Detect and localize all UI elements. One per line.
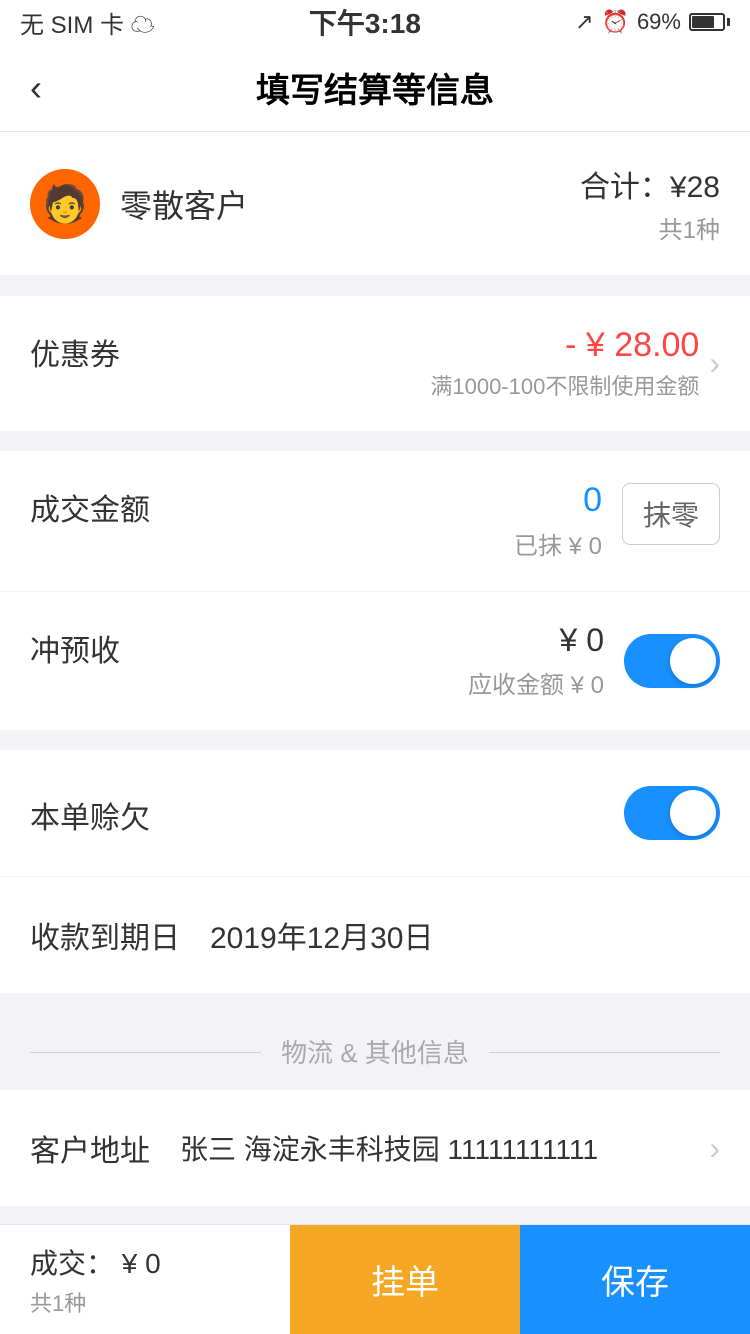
battery-percent: 69%: [637, 9, 681, 35]
status-time: 下午3:18: [309, 2, 421, 42]
address-chevron-icon: ›: [709, 1130, 720, 1167]
coupon-right: - ¥ 28.00 满1000-100不限制使用金额 ›: [430, 326, 720, 401]
prepay-amount-area: ¥ 0 应收金额 ¥ 0: [468, 622, 604, 700]
coupon-label: 优惠券: [30, 326, 120, 374]
coupon-row[interactable]: 优惠券 - ¥ 28.00 满1000-100不限制使用金额 ›: [0, 296, 750, 431]
customer-section: 🧑 零散客户 合计：¥28 共1种: [0, 132, 750, 276]
debit-label: 本单赊欠: [30, 789, 150, 837]
location-icon: ↗: [575, 9, 593, 35]
due-value: 2019年12月30日: [210, 913, 433, 957]
content: 🧑 零散客户 合计：¥28 共1种 优惠券 - ¥ 28.00 满1000-10…: [0, 132, 750, 1326]
section-divider: 物流 & 其他信息: [0, 1013, 750, 1090]
deal-amount-area: 0 已抹 ¥ 0: [514, 481, 602, 561]
divider-text: 物流 & 其他信息: [261, 1038, 489, 1068]
deal-section: 成交金额 0 已抹 ¥ 0 抹零 冲预收 ¥ 0 应收金额 ¥ 0: [0, 451, 750, 730]
footer-count: 共1种: [30, 1286, 260, 1318]
debit-toggle[interactable]: [624, 786, 720, 840]
customer-name: 零散客户: [120, 181, 248, 227]
save-button[interactable]: 保存: [520, 1225, 750, 1334]
status-right: ↗ ⏰ 69%: [575, 9, 730, 35]
address-section: 客户地址 张三 海淀永丰科技园 11111111111 ›: [0, 1090, 750, 1206]
page-title: 填写结算等信息: [256, 63, 494, 112]
total-label: 合计：¥28: [580, 162, 720, 206]
avatar-icon: 🧑: [43, 183, 88, 225]
prepay-label: 冲预收: [30, 622, 120, 670]
chevron-right-icon: ›: [709, 345, 720, 382]
battery-icon: [689, 13, 730, 31]
status-bar: 无 SIM 卡 ☁ 下午3:18 ↗ ⏰ 69%: [0, 0, 750, 44]
coupon-desc: 满1000-100不限制使用金额: [430, 369, 699, 401]
avatar: 🧑: [30, 169, 100, 239]
footer: 成交： ¥ 0 共1种 挂单 保存: [0, 1224, 750, 1334]
coupon-amount: - ¥ 28.00 满1000-100不限制使用金额: [430, 326, 699, 401]
prepay-sub: 应收金额 ¥ 0: [468, 665, 604, 700]
prepay-value: ¥ 0: [468, 622, 604, 659]
back-button[interactable]: ‹: [30, 67, 90, 109]
nav-bar: ‹ 填写结算等信息: [0, 44, 750, 132]
debit-section: 本单赊欠 收款到期日 2019年12月30日: [0, 750, 750, 993]
status-left: 无 SIM 卡 ☁: [20, 5, 155, 40]
toggle-knob: [670, 638, 716, 684]
footer-deal-label: 成交：: [30, 1248, 114, 1279]
total-count: 共1种: [580, 210, 720, 245]
footer-info: 成交： ¥ 0 共1种: [0, 1242, 290, 1318]
deal-row: 成交金额 0 已抹 ¥ 0 抹零: [0, 451, 750, 591]
debit-row: 本单赊欠: [0, 750, 750, 876]
due-row: 收款到期日 2019年12月30日: [0, 876, 750, 993]
coupon-value: - ¥ 28.00: [430, 326, 699, 365]
alarm-icon: ⏰: [602, 9, 629, 35]
deal-label: 成交金额: [30, 481, 150, 529]
sim-label: 无 SIM 卡 ☁: [20, 5, 155, 40]
address-row[interactable]: 客户地址 张三 海淀永丰科技园 11111111111 ›: [0, 1090, 750, 1206]
prepay-right: ¥ 0 应收金额 ¥ 0: [468, 622, 720, 700]
debit-toggle-knob: [670, 790, 716, 836]
customer-left: 🧑 零散客户: [30, 169, 248, 239]
hang-button[interactable]: 挂单: [290, 1225, 520, 1334]
address-label: 客户地址: [30, 1126, 150, 1170]
address-value: 张三 海淀永丰科技园 11111111111: [180, 1128, 709, 1168]
due-label: 收款到期日: [30, 913, 180, 957]
prepay-toggle[interactable]: [624, 634, 720, 688]
footer-deal: 成交： ¥ 0: [30, 1242, 260, 1282]
deal-value: 0: [514, 481, 602, 520]
footer-deal-value: ¥ 0: [122, 1248, 161, 1279]
customer-row: 🧑 零散客户 合计：¥28 共1种: [0, 132, 750, 276]
prepay-row: 冲预收 ¥ 0 应收金额 ¥ 0: [0, 591, 750, 730]
coupon-section: 优惠券 - ¥ 28.00 满1000-100不限制使用金额 ›: [0, 296, 750, 431]
deal-right: 0 已抹 ¥ 0 抹零: [514, 481, 720, 561]
round-button[interactable]: 抹零: [622, 483, 720, 545]
deal-sub: 已抹 ¥ 0: [514, 526, 602, 561]
customer-right: 合计：¥28 共1种: [580, 162, 720, 245]
